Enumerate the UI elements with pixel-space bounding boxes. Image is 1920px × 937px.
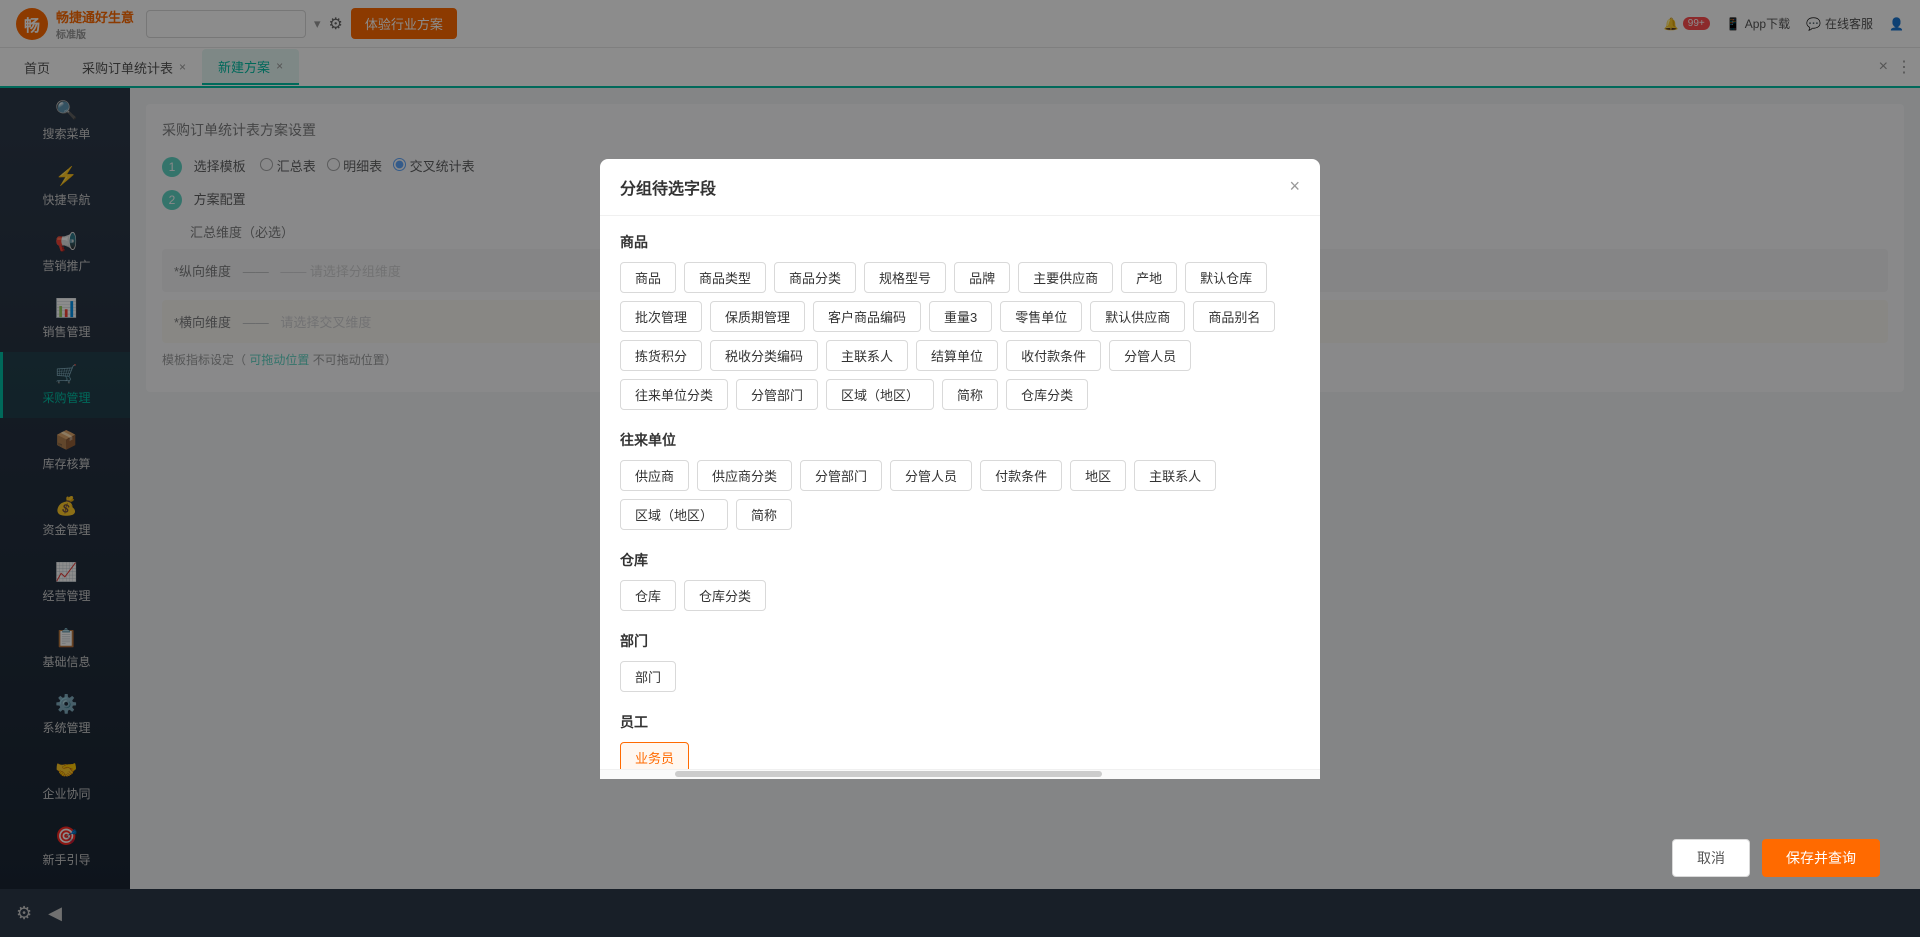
modal-close-btn[interactable]: × [1289, 176, 1300, 197]
field-tag-product-alias[interactable]: 商品别名 [1193, 301, 1275, 332]
field-tag-expiry-mgmt[interactable]: 保质期管理 [710, 301, 805, 332]
field-tag-settlement-unit[interactable]: 结算单位 [916, 340, 998, 371]
field-group-employee: 员工 业务员 [620, 712, 1300, 769]
field-tag-supplier-category[interactable]: 供应商分类 [697, 460, 792, 491]
field-tag-product-type[interactable]: 商品类型 [684, 262, 766, 293]
dept-fields: 部门 [620, 661, 1300, 692]
product-fields: 商品 商品类型 商品分类 规格型号 品牌 主要供应商 产地 默认仓库 批次管理 … [620, 262, 1300, 410]
field-group-dept-title: 部门 [620, 631, 1300, 651]
field-tag-product[interactable]: 商品 [620, 262, 676, 293]
field-tag-origin[interactable]: 产地 [1121, 262, 1177, 293]
field-group-product-title: 商品 [620, 232, 1300, 252]
save-query-button[interactable]: 保存并查询 [1762, 839, 1880, 877]
field-tag-default-supplier[interactable]: 默认供应商 [1090, 301, 1185, 332]
field-tag-pick-points[interactable]: 拣货积分 [620, 340, 702, 371]
modal: 分组待选字段 × 商品 商品 商品类型 商品分类 规格型号 品牌 主要供应商 产… [600, 159, 1320, 779]
field-tag-main-contact[interactable]: 主联系人 [826, 340, 908, 371]
field-tag-warehouse[interactable]: 仓库 [620, 580, 676, 611]
field-tag-default-warehouse[interactable]: 默认仓库 [1185, 262, 1267, 293]
field-tag-warehouse-cat[interactable]: 仓库分类 [684, 580, 766, 611]
field-tag-pay-terms[interactable]: 付款条件 [980, 460, 1062, 491]
field-tag-manage-dept[interactable]: 分管部门 [800, 460, 882, 491]
field-tag-department[interactable]: 部门 [620, 661, 676, 692]
field-tag-partner-category[interactable]: 往来单位分类 [620, 379, 728, 410]
modal-overlay: 分组待选字段 × 商品 商品 商品类型 商品分类 规格型号 品牌 主要供应商 产… [0, 0, 1920, 937]
cancel-button[interactable]: 取消 [1672, 839, 1750, 877]
modal-hscroll[interactable] [600, 769, 1320, 779]
field-tag-weight3[interactable]: 重量3 [929, 301, 992, 332]
modal-footer: 取消 保存并查询 [1672, 839, 1880, 877]
field-tag-dept[interactable]: 分管部门 [736, 379, 818, 410]
field-tag-brand[interactable]: 品牌 [954, 262, 1010, 293]
field-tag-main-supplier[interactable]: 主要供应商 [1018, 262, 1113, 293]
partner-fields: 供应商 供应商分类 分管部门 分管人员 付款条件 地区 主联系人 区域（地区） … [620, 460, 1300, 530]
modal-header: 分组待选字段 × [600, 159, 1320, 216]
field-tag-product-category[interactable]: 商品分类 [774, 262, 856, 293]
field-tag-supplier[interactable]: 供应商 [620, 460, 689, 491]
modal-title: 分组待选字段 [620, 175, 716, 199]
field-tag-area[interactable]: 地区 [1070, 460, 1126, 491]
employee-fields: 业务员 [620, 742, 1300, 769]
field-tag-customer-code[interactable]: 客户商品编码 [813, 301, 921, 332]
field-tag-main-contact-partner[interactable]: 主联系人 [1134, 460, 1216, 491]
field-group-dept: 部门 部门 [620, 631, 1300, 692]
field-tag-manager[interactable]: 分管人员 [1109, 340, 1191, 371]
field-group-warehouse-title: 仓库 [620, 550, 1300, 570]
field-group-employee-title: 员工 [620, 712, 1300, 732]
field-tag-tax-code[interactable]: 税收分类编码 [710, 340, 818, 371]
field-tag-payment-terms[interactable]: 收付款条件 [1006, 340, 1101, 371]
field-tag-region-product[interactable]: 区域（地区） [826, 379, 934, 410]
field-tag-region-partner[interactable]: 区域（地区） [620, 499, 728, 530]
hscroll-bar [675, 771, 1102, 777]
field-tag-warehouse-category[interactable]: 仓库分类 [1006, 379, 1088, 410]
field-group-product: 商品 商品 商品类型 商品分类 规格型号 品牌 主要供应商 产地 默认仓库 批次… [620, 232, 1300, 410]
field-tag-short-name-partner[interactable]: 简称 [736, 499, 792, 530]
field-tag-short-name-product[interactable]: 简称 [942, 379, 998, 410]
field-tag-batch-mgmt[interactable]: 批次管理 [620, 301, 702, 332]
field-tag-sales-rep[interactable]: 业务员 [620, 742, 689, 769]
field-group-partner: 往来单位 供应商 供应商分类 分管部门 分管人员 付款条件 地区 主联系人 区域… [620, 430, 1300, 530]
warehouse-fields: 仓库 仓库分类 [620, 580, 1300, 611]
field-tag-spec-model[interactable]: 规格型号 [864, 262, 946, 293]
field-tag-manage-person[interactable]: 分管人员 [890, 460, 972, 491]
modal-body: 商品 商品 商品类型 商品分类 规格型号 品牌 主要供应商 产地 默认仓库 批次… [600, 216, 1320, 769]
field-tag-retail-unit[interactable]: 零售单位 [1000, 301, 1082, 332]
field-group-warehouse: 仓库 仓库 仓库分类 [620, 550, 1300, 611]
field-group-partner-title: 往来单位 [620, 430, 1300, 450]
